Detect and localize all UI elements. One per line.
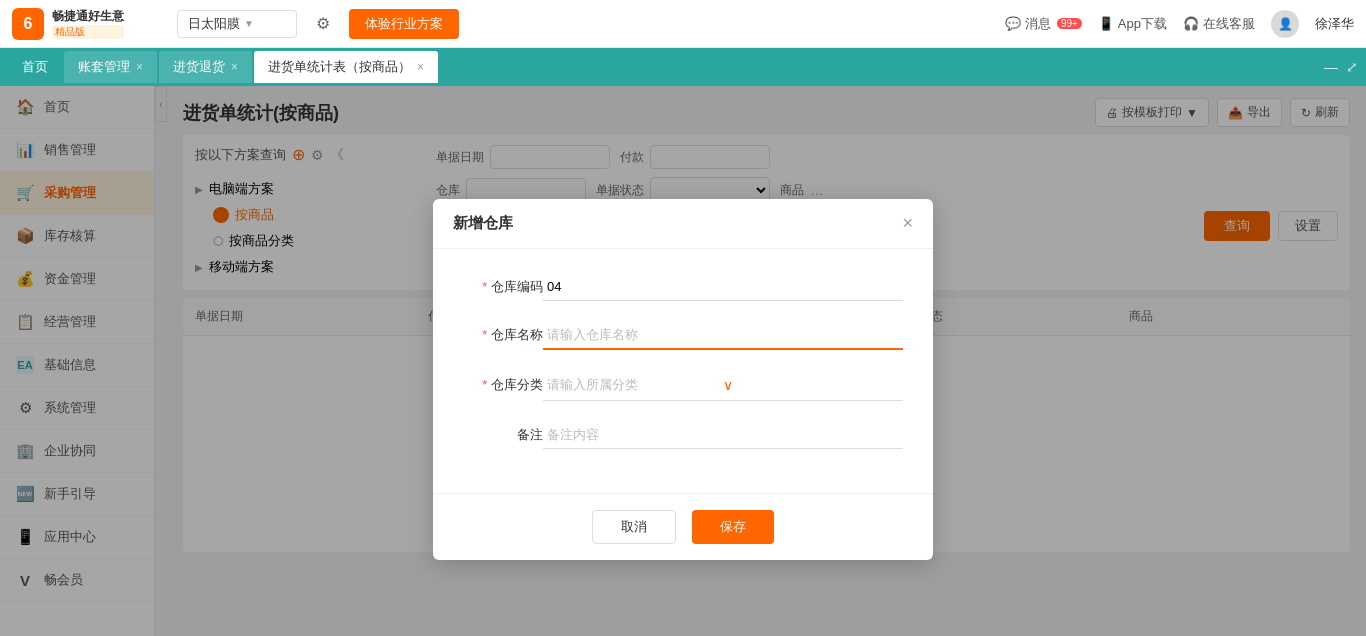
dialog-footer: 取消 保存: [433, 493, 933, 560]
form-item-remark: 备注: [463, 421, 903, 449]
header-right: 💬 消息 99+ 📱 App下载 🎧 在线客服 👤 徐泽华: [1005, 10, 1354, 38]
purchase-return-tab-close[interactable]: ×: [231, 60, 238, 74]
accounts-tab-close[interactable]: ×: [136, 60, 143, 74]
required-mark-category: *: [482, 377, 487, 392]
category-placeholder: 请输入所属分类: [547, 376, 723, 394]
category-label: * 仓库分类: [463, 376, 543, 394]
app-badge: 精品版: [52, 25, 124, 39]
tab-purchase-stats[interactable]: 进货单统计表（按商品） ×: [254, 51, 438, 83]
remark-input[interactable]: [543, 421, 903, 449]
store-name: 日太阳膜: [188, 15, 240, 33]
online-service-button[interactable]: 🎧 在线客服: [1183, 15, 1255, 33]
store-dropdown-arrow: ▼: [244, 18, 254, 29]
avatar-icon: 👤: [1278, 17, 1293, 31]
code-label: * 仓库编码: [463, 278, 543, 296]
trial-button[interactable]: 体验行业方案: [349, 9, 459, 39]
app-name: 畅捷通好生意: [52, 8, 124, 25]
messages-badge: 99+: [1057, 18, 1082, 29]
form-item-category: * 仓库分类 请输入所属分类 ∨: [463, 370, 903, 401]
logo-area: 6 畅捷通好生意 精品版: [12, 8, 167, 40]
logo-icon: 6: [12, 8, 44, 40]
purchase-stats-tab-label: 进货单统计表（按商品）: [268, 58, 411, 76]
modal-overlay: 新增仓库 × * 仓库编码 * 仓库名称: [0, 86, 1366, 636]
required-mark-name: *: [482, 327, 487, 342]
category-dropdown-arrow: ∨: [723, 377, 899, 393]
tab-purchase-return[interactable]: 进货退货 ×: [159, 51, 252, 83]
dialog-title: 新增仓库: [453, 214, 513, 233]
purchase-return-tab-label: 进货退货: [173, 58, 225, 76]
headset-icon: 🎧: [1183, 16, 1199, 31]
form-item-name: * 仓库名称: [463, 321, 903, 350]
name-label: * 仓库名称: [463, 326, 543, 344]
tab-bar: 首页 账套管理 × 进货退货 × 进货单统计表（按商品） × — ⤢: [0, 48, 1366, 86]
store-selector[interactable]: 日太阳膜 ▼: [177, 10, 297, 38]
category-select[interactable]: 请输入所属分类 ∨: [543, 370, 903, 401]
user-name[interactable]: 徐泽华: [1315, 15, 1354, 33]
message-icon: 💬: [1005, 16, 1021, 31]
avatar: 👤: [1271, 10, 1299, 38]
phone-icon: 📱: [1098, 16, 1114, 31]
purchase-stats-tab-close[interactable]: ×: [417, 60, 424, 74]
remark-label: 备注: [463, 426, 543, 444]
settings-icon[interactable]: ⚙: [307, 8, 339, 40]
name-input[interactable]: [543, 321, 903, 350]
tab-accounts[interactable]: 账套管理 ×: [64, 51, 157, 83]
required-mark-code: *: [482, 279, 487, 294]
app-download-button[interactable]: 📱 App下载: [1098, 15, 1167, 33]
code-input[interactable]: [543, 273, 903, 301]
dialog-close-icon[interactable]: ×: [902, 213, 913, 234]
cancel-button[interactable]: 取消: [592, 510, 676, 544]
tab-home[interactable]: 首页: [8, 51, 62, 83]
tab-bar-right: — ⤢: [1324, 59, 1358, 75]
save-button[interactable]: 保存: [692, 510, 774, 544]
tab-expand-icon[interactable]: ⤢: [1346, 59, 1358, 75]
form-item-code: * 仓库编码: [463, 273, 903, 301]
new-warehouse-dialog: 新增仓库 × * 仓库编码 * 仓库名称: [433, 199, 933, 560]
home-tab-label: 首页: [22, 58, 48, 76]
dialog-header: 新增仓库 ×: [433, 199, 933, 249]
tab-minimize-icon[interactable]: —: [1324, 59, 1338, 75]
messages-button[interactable]: 💬 消息 99+: [1005, 15, 1082, 33]
accounts-tab-label: 账套管理: [78, 58, 130, 76]
dialog-body: * 仓库编码 * 仓库名称 * 仓库分类: [433, 249, 933, 493]
